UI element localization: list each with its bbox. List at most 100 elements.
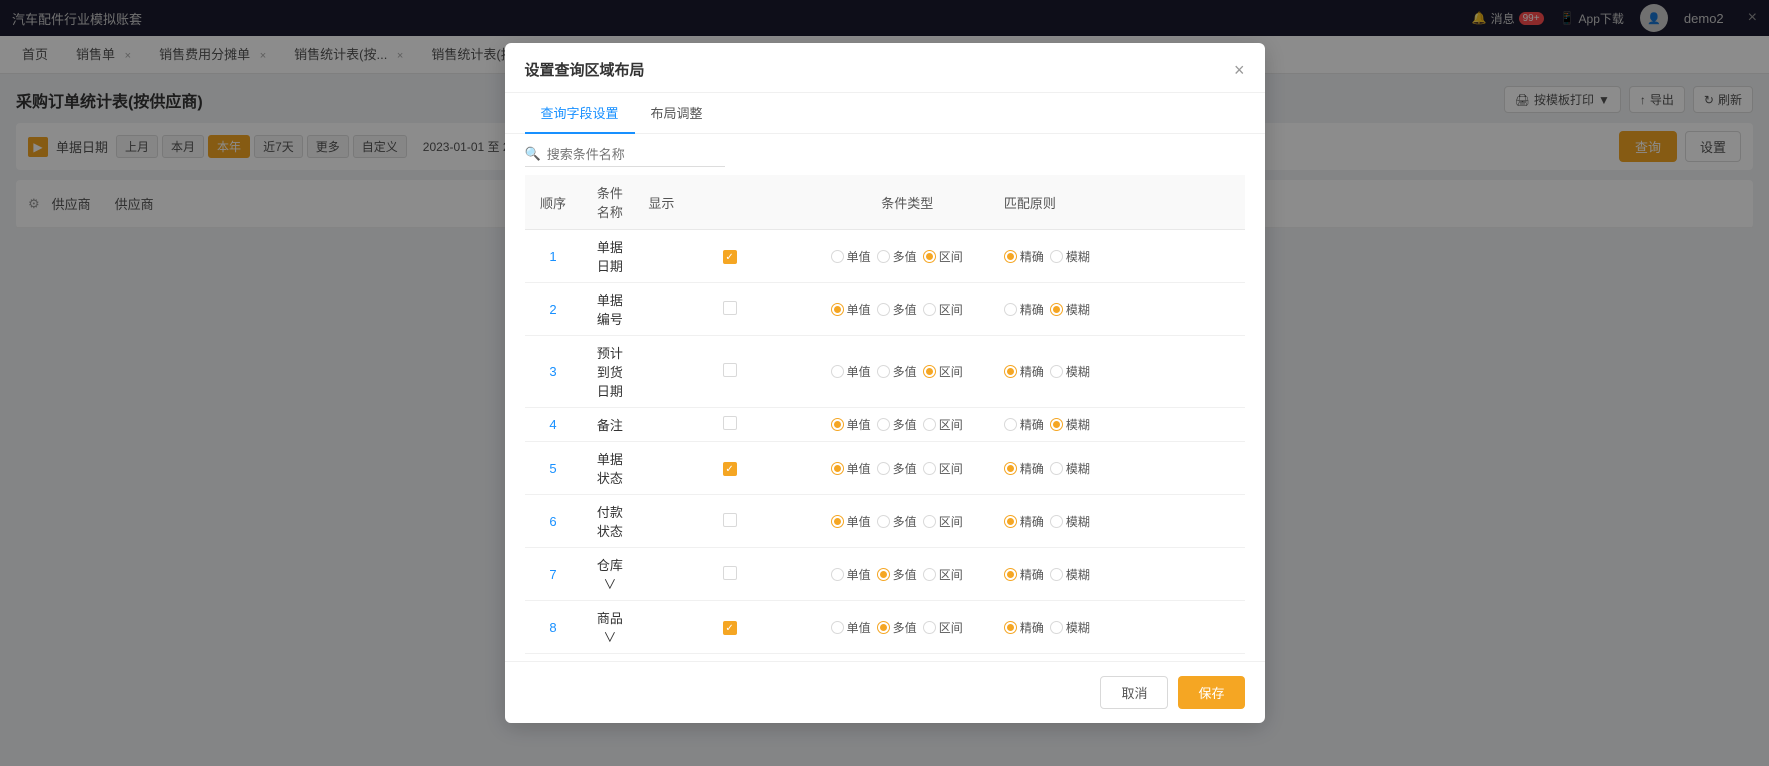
row-show-checkbox[interactable] [638, 283, 820, 336]
radio-type-区间[interactable]: 区间 [923, 363, 963, 380]
radio-btn[interactable] [923, 250, 936, 263]
radio-type-区间[interactable]: 区间 [923, 460, 963, 477]
radio-type-单值[interactable]: 单值 [831, 460, 871, 477]
checkbox[interactable] [723, 416, 737, 430]
radio-btn[interactable] [923, 303, 936, 316]
radio-btn[interactable] [831, 568, 844, 581]
radio-match-精确[interactable]: 精确 [1004, 363, 1044, 380]
row-show-checkbox[interactable] [638, 495, 820, 548]
radio-match-精确[interactable]: 精确 [1004, 460, 1044, 477]
radio-match-模糊[interactable]: 模糊 [1050, 248, 1090, 265]
radio-btn[interactable] [1004, 621, 1017, 634]
radio-btn[interactable] [1050, 365, 1063, 378]
checkbox[interactable] [723, 513, 737, 527]
radio-type-区间[interactable]: 区间 [923, 619, 963, 636]
radio-match-精确[interactable]: 精确 [1004, 513, 1044, 530]
radio-btn[interactable] [1050, 250, 1063, 263]
radio-btn[interactable] [923, 568, 936, 581]
row-show-checkbox[interactable] [638, 336, 820, 408]
checkbox[interactable] [723, 301, 737, 315]
radio-btn[interactable] [831, 515, 844, 528]
radio-match-模糊[interactable]: 模糊 [1050, 619, 1090, 636]
radio-match-精确[interactable]: 精确 [1004, 416, 1044, 433]
radio-btn[interactable] [1004, 418, 1017, 431]
radio-btn[interactable] [1004, 568, 1017, 581]
radio-btn[interactable] [1004, 462, 1017, 475]
radio-type-单值[interactable]: 单值 [831, 619, 871, 636]
radio-type-多值[interactable]: 多值 [877, 566, 917, 583]
radio-match-精确[interactable]: 精确 [1004, 566, 1044, 583]
radio-btn[interactable] [923, 365, 936, 378]
row-show-checkbox[interactable] [638, 442, 820, 495]
save-button[interactable]: 保存 [1178, 676, 1244, 709]
radio-match-模糊[interactable]: 模糊 [1050, 416, 1090, 433]
radio-type-单值[interactable]: 单值 [831, 513, 871, 530]
radio-match-精确[interactable]: 精确 [1004, 248, 1044, 265]
radio-type-区间[interactable]: 区间 [923, 416, 963, 433]
radio-type-多值[interactable]: 多值 [877, 513, 917, 530]
row-show-checkbox[interactable] [638, 654, 820, 662]
checkbox[interactable] [723, 566, 737, 580]
radio-match-模糊[interactable]: 模糊 [1050, 460, 1090, 477]
radio-btn[interactable] [1050, 418, 1063, 431]
radio-btn[interactable] [1050, 568, 1063, 581]
radio-btn[interactable] [923, 621, 936, 634]
radio-match-模糊[interactable]: 模糊 [1050, 301, 1090, 318]
radio-btn[interactable] [877, 418, 890, 431]
radio-type-单值[interactable]: 单值 [831, 363, 871, 380]
radio-btn[interactable] [923, 418, 936, 431]
tab-query-field-settings[interactable]: 查询字段设置 [525, 93, 635, 134]
radio-btn[interactable] [1050, 462, 1063, 475]
row-show-checkbox[interactable] [638, 230, 820, 283]
checkbox[interactable] [723, 621, 737, 635]
tab-layout-adjust[interactable]: 布局调整 [635, 93, 719, 134]
radio-btn[interactable] [1050, 515, 1063, 528]
radio-type-多值[interactable]: 多值 [877, 460, 917, 477]
radio-btn[interactable] [923, 462, 936, 475]
radio-btn[interactable] [831, 462, 844, 475]
radio-type-区间[interactable]: 区间 [923, 301, 963, 318]
radio-match-精确[interactable]: 精确 [1004, 301, 1044, 318]
radio-type-单值[interactable]: 单值 [831, 416, 871, 433]
radio-type-多值[interactable]: 多值 [877, 416, 917, 433]
radio-btn[interactable] [877, 621, 890, 634]
radio-type-单值[interactable]: 单值 [831, 566, 871, 583]
radio-btn[interactable] [1050, 621, 1063, 634]
radio-btn[interactable] [877, 250, 890, 263]
cancel-button[interactable]: 取消 [1100, 676, 1168, 709]
radio-match-模糊[interactable]: 模糊 [1050, 566, 1090, 583]
dialog-close-button[interactable]: × [1234, 61, 1245, 79]
row-show-checkbox[interactable] [638, 601, 820, 654]
radio-btn[interactable] [831, 365, 844, 378]
radio-btn[interactable] [877, 462, 890, 475]
radio-btn[interactable] [1050, 303, 1063, 316]
radio-btn[interactable] [877, 568, 890, 581]
radio-btn[interactable] [877, 365, 890, 378]
radio-match-模糊[interactable]: 模糊 [1050, 363, 1090, 380]
radio-type-多值[interactable]: 多值 [877, 301, 917, 318]
radio-btn[interactable] [831, 250, 844, 263]
radio-type-区间[interactable]: 区间 [923, 248, 963, 265]
radio-type-区间[interactable]: 区间 [923, 513, 963, 530]
row-show-checkbox[interactable] [638, 408, 820, 442]
radio-type-单值[interactable]: 单值 [831, 248, 871, 265]
radio-match-模糊[interactable]: 模糊 [1050, 513, 1090, 530]
checkbox[interactable] [723, 462, 737, 476]
radio-btn[interactable] [1004, 303, 1017, 316]
radio-type-多值[interactable]: 多值 [877, 619, 917, 636]
radio-btn[interactable] [923, 515, 936, 528]
radio-type-单值[interactable]: 单值 [831, 301, 871, 318]
radio-btn[interactable] [831, 418, 844, 431]
radio-btn[interactable] [1004, 365, 1017, 378]
checkbox[interactable] [723, 250, 737, 264]
checkbox[interactable] [723, 363, 737, 377]
radio-btn[interactable] [1004, 515, 1017, 528]
radio-btn[interactable] [831, 303, 844, 316]
radio-type-多值[interactable]: 多值 [877, 363, 917, 380]
radio-btn[interactable] [877, 303, 890, 316]
radio-btn[interactable] [877, 515, 890, 528]
radio-type-多值[interactable]: 多值 [877, 248, 917, 265]
radio-btn[interactable] [1004, 250, 1017, 263]
radio-match-精确[interactable]: 精确 [1004, 619, 1044, 636]
radio-btn[interactable] [831, 621, 844, 634]
